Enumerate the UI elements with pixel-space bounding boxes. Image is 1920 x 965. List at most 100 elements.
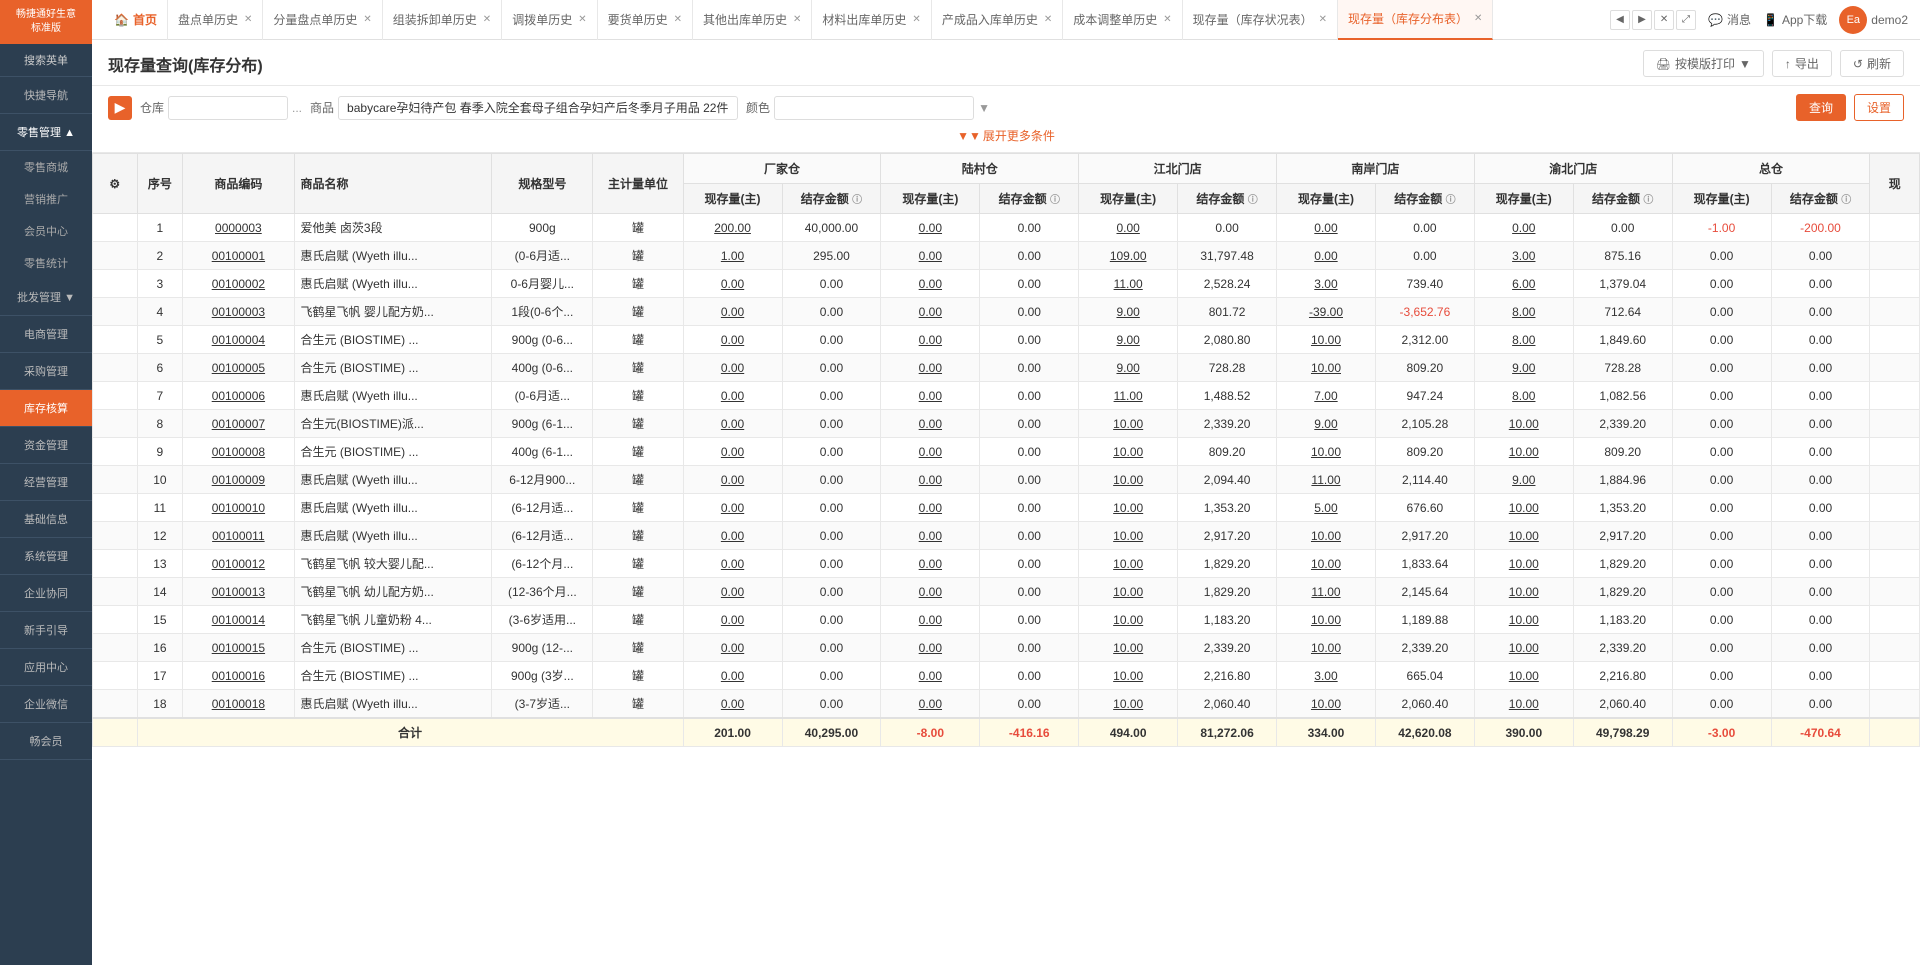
cell-settings[interactable] (93, 522, 138, 550)
tab-other-outbound[interactable]: 其他出库单历史 ✕ (693, 0, 812, 40)
tab-other-outbound-close[interactable]: ✕ (793, 14, 801, 25)
warehouse-input[interactable] (168, 96, 288, 120)
cell-settings[interactable] (93, 242, 138, 270)
sidebar-item-wholesale[interactable]: 批发管理 ▼ (0, 279, 92, 316)
tab-transfer[interactable]: 调拨单历史 ✕ (502, 0, 597, 40)
sidebar-item-inventory[interactable]: 库存核算 (0, 390, 92, 427)
goods-input[interactable] (338, 96, 738, 120)
cell-settings[interactable] (93, 634, 138, 662)
sidebar-item-ecommerce[interactable]: 电商管理 (0, 316, 92, 353)
sidebar-item-retail-stats[interactable]: 零售统计 (0, 247, 92, 279)
cell-settings[interactable] (93, 578, 138, 606)
cell-settings[interactable] (93, 690, 138, 719)
sidebar-item-appcenter[interactable]: 应用中心 (0, 649, 92, 686)
cell-d-amt: 1,189.88 (1375, 606, 1474, 634)
cell-settings[interactable] (93, 662, 138, 690)
table-row: 18 00100018 惠氏启赋 (Wyeth illu... (3-7岁适..… (93, 690, 1920, 719)
th-settings[interactable]: ⚙ (93, 154, 138, 214)
tab-partial-check-close[interactable]: ✕ (363, 14, 371, 25)
cell-settings[interactable] (93, 270, 138, 298)
expand-button[interactable]: ▼▼ 展开更多条件 (957, 127, 1055, 144)
cell-settings[interactable] (93, 382, 138, 410)
tab-assembly-close[interactable]: ✕ (483, 14, 491, 25)
tab-material-outbound-close[interactable]: ✕ (912, 14, 920, 25)
tab-inventory-status[interactable]: 现存量（库存状况表） ✕ (1183, 0, 1338, 40)
sidebar-item-member2[interactable]: 畅会员 (0, 723, 92, 760)
tab-partial-check[interactable]: 分量盘点单历史 ✕ (263, 0, 382, 40)
message-icon: 💬 (1708, 13, 1723, 27)
tab-prev-arrow[interactable]: ◀ (1610, 10, 1630, 30)
sidebar-item-operations[interactable]: 经营管理 (0, 464, 92, 501)
tab-next-arrow[interactable]: ▶ (1632, 10, 1652, 30)
sidebar-item-enterprise[interactable]: 企业协同 (0, 575, 92, 612)
info-icon-a-amt[interactable]: ⓘ (852, 195, 862, 206)
cell-d-amt: 947.24 (1375, 382, 1474, 410)
cell-c-amt: 2,216.80 (1178, 662, 1277, 690)
sidebar-item-wechat[interactable]: 企业微信 (0, 686, 92, 723)
sidebar-item-quick-nav[interactable]: 快捷导航 (0, 77, 92, 114)
export-button[interactable]: ↑ 导出 (1772, 50, 1832, 77)
refresh-button[interactable]: ↺ 刷新 (1840, 50, 1904, 77)
info-icon-total-amt[interactable]: ⓘ (1841, 195, 1851, 206)
tab-material-outbound[interactable]: 材料出库单历史 ✕ (812, 0, 931, 40)
cell-settings[interactable] (93, 354, 138, 382)
tab-inventory-check-close[interactable]: ✕ (244, 14, 252, 25)
app-logo[interactable]: 畅捷通好生意 标准版 (0, 0, 92, 44)
cell-c-amt: 2,528.24 (1178, 270, 1277, 298)
tab-inventory-dist-close[interactable]: ✕ (1474, 13, 1482, 24)
tab-expand[interactable]: ⤢ (1676, 10, 1696, 30)
tab-assembly[interactable]: 组装拆卸单历史 ✕ (383, 0, 502, 40)
sidebar-item-basic[interactable]: 基础信息 (0, 501, 92, 538)
tab-requisition-close[interactable]: ✕ (674, 14, 682, 25)
tab-requisition[interactable]: 要货单历史 ✕ (598, 0, 693, 40)
message-action[interactable]: 💬 消息 (1708, 11, 1751, 28)
color-input[interactable] (774, 96, 974, 120)
cell-settings[interactable] (93, 298, 138, 326)
tab-inventory-dist[interactable]: 现存量（库存分布表） ✕ (1338, 0, 1493, 40)
cell-settings[interactable] (93, 494, 138, 522)
sidebar-item-system[interactable]: 系统管理 (0, 538, 92, 575)
sidebar-item-finance[interactable]: 资金管理 (0, 427, 92, 464)
cell-settings[interactable] (93, 410, 138, 438)
sidebar-item-member[interactable]: 会员中心 (0, 215, 92, 247)
table-wrapper[interactable]: ⚙ 序号 商品编码 商品名称 规格型号 主计量单位 厂家仓 陆村仓 江北门店 南… (92, 153, 1920, 965)
tab-inventory-check[interactable]: 盘点单历史 ✕ (168, 0, 263, 40)
tab-inventory-status-close[interactable]: ✕ (1319, 14, 1327, 25)
cell-settings[interactable] (93, 214, 138, 242)
tab-home[interactable]: 🏠 首页 (104, 0, 168, 40)
info-icon-d-amt[interactable]: ⓘ (1446, 195, 1456, 206)
settings-icon[interactable]: ⚙ (109, 177, 120, 191)
sidebar-item-purchase[interactable]: 采购管理 (0, 353, 92, 390)
collapse-arrow[interactable]: ▶ (108, 96, 132, 120)
cell-settings[interactable] (93, 466, 138, 494)
app-download-action[interactable]: 📱 App下载 (1763, 11, 1827, 28)
table-row: 16 00100015 合生元 (BIOSTIME) ... 900g (12-… (93, 634, 1920, 662)
sidebar-item-marketing[interactable]: 营销推广 (0, 183, 92, 215)
sidebar-search[interactable]: 搜索英单 (0, 44, 92, 77)
info-icon-e-amt[interactable]: ⓘ (1643, 195, 1653, 206)
tab-transfer-close[interactable]: ✕ (578, 14, 586, 25)
cell-settings[interactable] (93, 550, 138, 578)
cell-settings[interactable] (93, 326, 138, 354)
tab-finished-inbound[interactable]: 产成品入库单历史 ✕ (932, 0, 1063, 40)
print-button[interactable]: 🖨 按模版打印 ▼ (1643, 50, 1764, 77)
cell-settings[interactable] (93, 606, 138, 634)
user-action[interactable]: Ea demo2 (1839, 6, 1908, 34)
cell-current (1870, 690, 1920, 719)
info-icon-b-amt[interactable]: ⓘ (1050, 195, 1060, 206)
cell-a-amt: 0.00 (782, 438, 881, 466)
cell-settings[interactable] (93, 438, 138, 466)
cell-a-amt: 0.00 (782, 522, 881, 550)
sidebar-item-guide[interactable]: 新手引导 (0, 612, 92, 649)
cell-idx: 1 (137, 214, 183, 242)
info-icon-c-amt[interactable]: ⓘ (1248, 195, 1258, 206)
settings-button[interactable]: 设置 (1854, 94, 1904, 121)
tab-cost-adjustment-close[interactable]: ✕ (1163, 14, 1171, 25)
sidebar-item-retail-mall[interactable]: 零售商城 (0, 151, 92, 183)
tab-close-all[interactable]: ✕ (1654, 10, 1674, 30)
tab-cost-adjustment[interactable]: 成本调整单历史 ✕ (1063, 0, 1182, 40)
sidebar-item-retail-mgmt[interactable]: 零售管理 ▲ (0, 114, 92, 151)
query-button[interactable]: 查询 (1796, 94, 1846, 121)
tab-finished-inbound-close[interactable]: ✕ (1044, 14, 1052, 25)
cell-idx: 6 (137, 354, 183, 382)
